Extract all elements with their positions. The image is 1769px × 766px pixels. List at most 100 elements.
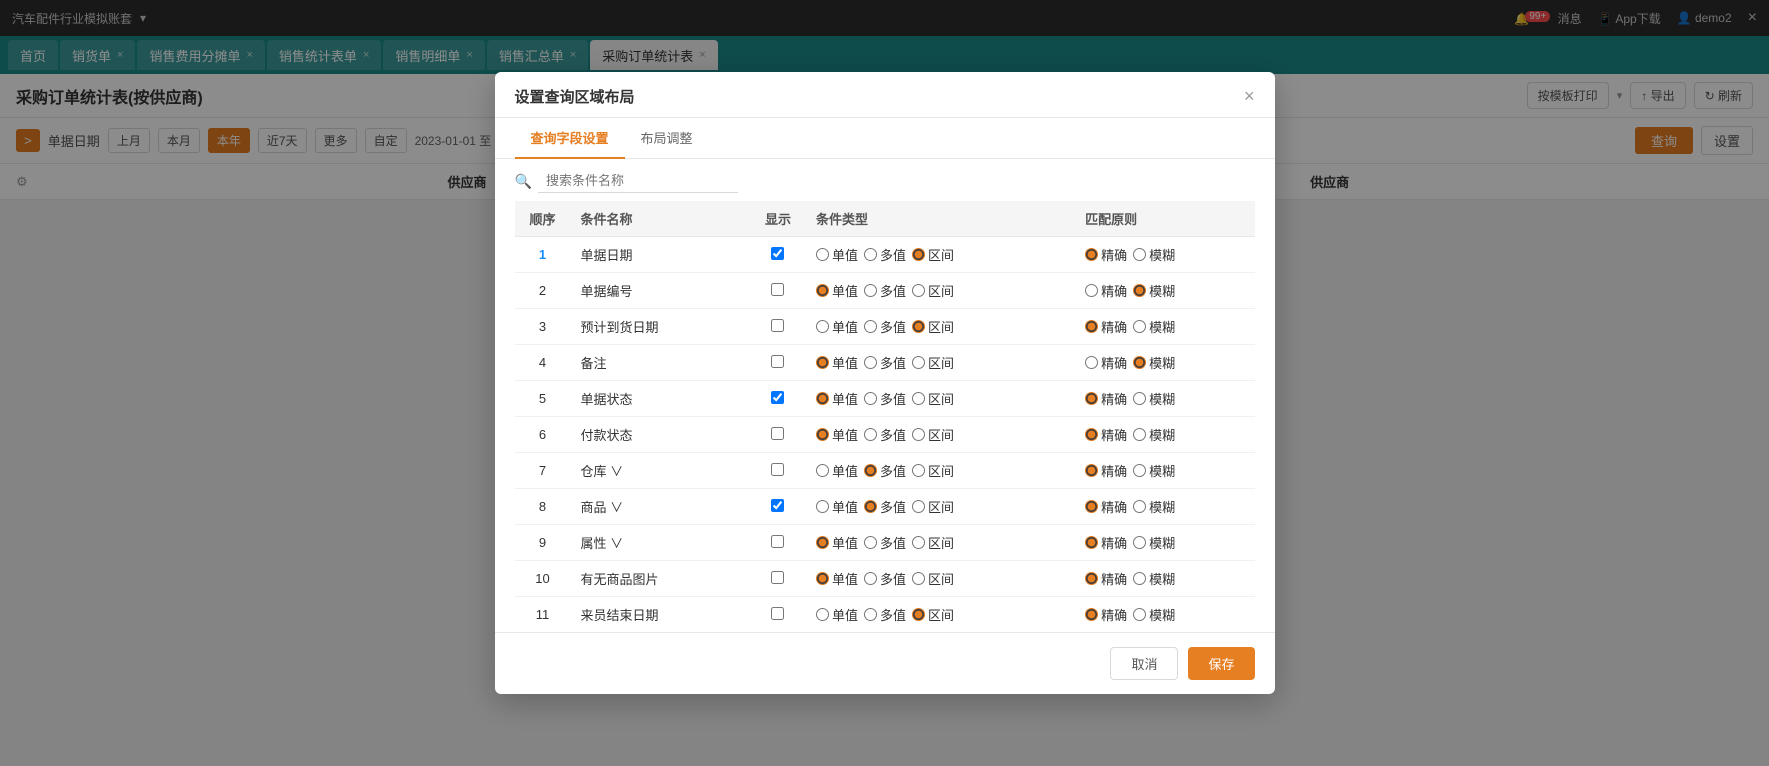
cell-type: 单值多值区间 [806, 273, 1075, 309]
type-option-单值[interactable]: 单值 [816, 605, 858, 624]
match-option-精确[interactable]: 精确 [1085, 461, 1127, 480]
type-option-区间[interactable]: 区间 [912, 533, 954, 552]
match-option-精确[interactable]: 精确 [1085, 353, 1127, 372]
type-option-区间[interactable]: 区间 [912, 353, 954, 372]
cell-order: 3 [515, 309, 571, 345]
cell-display [750, 525, 806, 561]
cell-match: 精确模糊 [1075, 525, 1254, 561]
display-checkbox[interactable] [771, 283, 784, 296]
match-option-模糊[interactable]: 模糊 [1133, 461, 1175, 480]
table-row: 11来员结束日期单值多值区间精确模糊 [515, 597, 1255, 633]
th-order: 顺序 [515, 201, 571, 237]
type-option-多值[interactable]: 多值 [864, 533, 906, 552]
tab-fields[interactable]: 查询字段设置 [515, 118, 625, 159]
match-option-模糊[interactable]: 模糊 [1133, 605, 1175, 624]
match-option-精确[interactable]: 精确 [1085, 281, 1127, 300]
settings-dialog: 设置查询区域布局 × 查询字段设置 布局调整 🔍 顺序 条件名称 [495, 72, 1275, 694]
th-display: 显示 [750, 201, 806, 237]
type-option-单值[interactable]: 单值 [816, 389, 858, 408]
match-option-模糊[interactable]: 模糊 [1133, 245, 1175, 264]
type-option-多值[interactable]: 多值 [864, 353, 906, 372]
type-option-区间[interactable]: 区间 [912, 317, 954, 336]
type-option-单值[interactable]: 单值 [816, 569, 858, 588]
match-option-模糊[interactable]: 模糊 [1133, 497, 1175, 516]
match-option-精确[interactable]: 精确 [1085, 569, 1127, 588]
cell-type: 单值多值区间 [806, 417, 1075, 453]
table-row: 1单据日期单值多值区间精确模糊 [515, 237, 1255, 273]
type-option-多值[interactable]: 多值 [864, 425, 906, 444]
match-option-精确[interactable]: 精确 [1085, 245, 1127, 264]
display-checkbox[interactable] [771, 355, 784, 368]
match-option-精确[interactable]: 精确 [1085, 605, 1127, 624]
type-option-多值[interactable]: 多值 [864, 245, 906, 264]
match-option-模糊[interactable]: 模糊 [1133, 425, 1175, 444]
search-icon: 🔍 [515, 173, 532, 190]
match-option-精确[interactable]: 精确 [1085, 497, 1127, 516]
cell-type: 单值多值区间 [806, 561, 1075, 597]
display-checkbox[interactable] [771, 463, 784, 476]
display-checkbox[interactable] [771, 535, 784, 548]
match-option-精确[interactable]: 精确 [1085, 389, 1127, 408]
match-option-模糊[interactable]: 模糊 [1133, 353, 1175, 372]
type-option-多值[interactable]: 多值 [864, 569, 906, 588]
type-option-多值[interactable]: 多值 [864, 497, 906, 516]
cell-type: 单值多值区间 [806, 525, 1075, 561]
type-option-多值[interactable]: 多值 [864, 281, 906, 300]
match-option-模糊[interactable]: 模糊 [1133, 389, 1175, 408]
type-option-单值[interactable]: 单值 [816, 497, 858, 516]
cell-name: 单据日期 [571, 237, 750, 273]
display-checkbox[interactable] [771, 319, 784, 332]
display-checkbox[interactable] [771, 571, 784, 584]
match-option-模糊[interactable]: 模糊 [1133, 533, 1175, 552]
type-option-区间[interactable]: 区间 [912, 281, 954, 300]
display-checkbox[interactable] [771, 427, 784, 440]
table-row: 9属性 ∨单值多值区间精确模糊 [515, 525, 1255, 561]
type-option-单值[interactable]: 单值 [816, 281, 858, 300]
type-option-区间[interactable]: 区间 [912, 605, 954, 624]
cell-order: 7 [515, 453, 571, 489]
display-checkbox[interactable] [771, 247, 784, 260]
cell-display [750, 381, 806, 417]
display-checkbox[interactable] [771, 607, 784, 620]
table-row: 2单据编号单值多值区间精确模糊 [515, 273, 1255, 309]
type-option-单值[interactable]: 单值 [816, 317, 858, 336]
type-option-单值[interactable]: 单值 [816, 425, 858, 444]
cell-order: 8 [515, 489, 571, 525]
type-option-多值[interactable]: 多值 [864, 389, 906, 408]
th-type: 条件类型 [806, 201, 1075, 237]
type-option-区间[interactable]: 区间 [912, 497, 954, 516]
cell-order: 5 [515, 381, 571, 417]
match-option-精确[interactable]: 精确 [1085, 317, 1127, 336]
cancel-button[interactable]: 取消 [1110, 647, 1178, 680]
match-option-模糊[interactable]: 模糊 [1133, 569, 1175, 588]
type-option-区间[interactable]: 区间 [912, 245, 954, 264]
cell-display [750, 561, 806, 597]
type-option-区间[interactable]: 区间 [912, 461, 954, 480]
dialog-title: 设置查询区域布局 [515, 86, 635, 107]
search-input[interactable] [538, 169, 738, 193]
tab-layout[interactable]: 布局调整 [625, 118, 709, 159]
match-option-模糊[interactable]: 模糊 [1133, 317, 1175, 336]
display-checkbox[interactable] [771, 391, 784, 404]
save-button[interactable]: 保存 [1188, 647, 1254, 680]
cell-type: 单值多值区间 [806, 453, 1075, 489]
type-option-多值[interactable]: 多值 [864, 461, 906, 480]
cell-name: 来员结束日期 [571, 597, 750, 633]
match-option-精确[interactable]: 精确 [1085, 533, 1127, 552]
type-option-单值[interactable]: 单值 [816, 533, 858, 552]
match-option-模糊[interactable]: 模糊 [1133, 281, 1175, 300]
type-option-单值[interactable]: 单值 [816, 245, 858, 264]
type-option-区间[interactable]: 区间 [912, 389, 954, 408]
type-option-多值[interactable]: 多值 [864, 317, 906, 336]
cell-display [750, 417, 806, 453]
type-option-区间[interactable]: 区间 [912, 569, 954, 588]
cell-display [750, 489, 806, 525]
type-option-多值[interactable]: 多值 [864, 605, 906, 624]
type-option-区间[interactable]: 区间 [912, 425, 954, 444]
match-option-精确[interactable]: 精确 [1085, 425, 1127, 444]
type-option-单值[interactable]: 单值 [816, 461, 858, 480]
type-option-单值[interactable]: 单值 [816, 353, 858, 372]
display-checkbox[interactable] [771, 499, 784, 512]
dialog-close-button[interactable]: × [1244, 86, 1255, 107]
cell-order: 4 [515, 345, 571, 381]
